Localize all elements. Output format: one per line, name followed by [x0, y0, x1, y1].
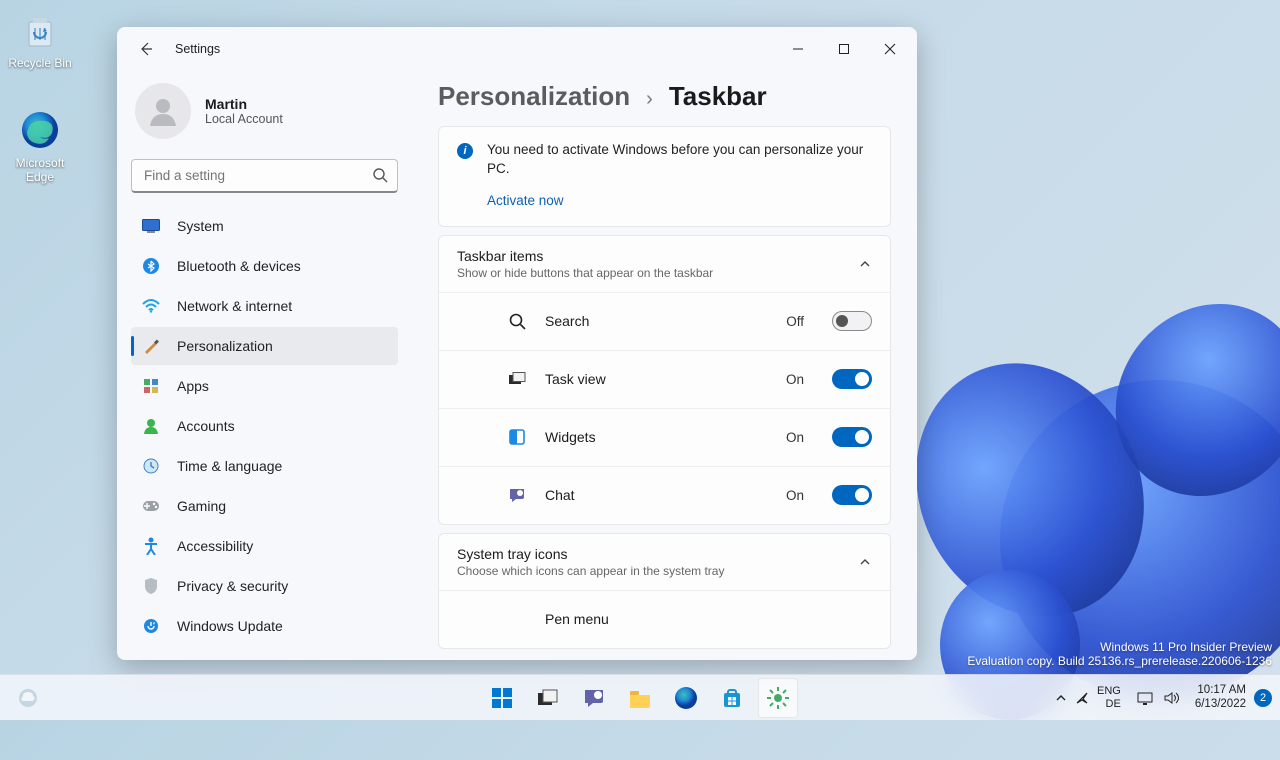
wifi-icon	[141, 296, 161, 316]
nav-apps[interactable]: Apps	[131, 367, 398, 405]
activate-now-link[interactable]: Activate now	[487, 193, 564, 208]
system-tray: ENG DE 10:17 AM 6/13/2022 2	[1055, 684, 1272, 710]
taskbar-settings[interactable]	[758, 678, 798, 718]
systray-header[interactable]: System tray icons Choose which icons can…	[439, 534, 890, 590]
taskbar-items-section: Taskbar items Show or hide buttons that …	[438, 235, 891, 525]
volume-icon	[1163, 691, 1179, 705]
brush-icon	[141, 336, 161, 356]
toggle-chat[interactable]	[832, 485, 872, 505]
nav-gaming[interactable]: Gaming	[131, 487, 398, 525]
tray-overflow[interactable]	[1055, 692, 1067, 704]
breadcrumb-parent[interactable]: Personalization	[438, 81, 630, 112]
desktop-icon-edge[interactable]: Microsoft Edge	[0, 108, 80, 184]
nav-personalization[interactable]: Personalization	[131, 327, 398, 365]
nav-accounts[interactable]: Accounts	[131, 407, 398, 445]
toggle-widgets[interactable]	[832, 427, 872, 447]
sidebar: Martin Local Account System Bluetooth & …	[117, 71, 412, 660]
start-button[interactable]	[482, 678, 522, 718]
taskbar-clock[interactable]: 10:17 AM 6/13/2022	[1195, 684, 1246, 710]
windows-watermark: Windows 11 Pro Insider Preview Evaluatio…	[967, 640, 1272, 668]
taskbar-weather[interactable]	[8, 678, 48, 718]
taskbar-items-header[interactable]: Taskbar items Show or hide buttons that …	[439, 236, 890, 292]
system-icon	[141, 216, 161, 236]
search-icon	[507, 311, 527, 331]
window-title: Settings	[175, 42, 220, 56]
nav-accessibility[interactable]: Accessibility	[131, 527, 398, 565]
row-chat: Chat On	[439, 466, 890, 524]
activation-banner: i You need to activate Windows before yo…	[438, 126, 891, 227]
profile-block[interactable]: Martin Local Account	[131, 79, 398, 153]
chevron-up-icon	[858, 555, 872, 569]
chat-icon	[507, 485, 527, 505]
avatar	[135, 83, 191, 139]
taskview-icon	[507, 369, 527, 389]
gamepad-icon	[141, 496, 161, 516]
info-icon: i	[457, 143, 473, 159]
accessibility-icon	[141, 536, 161, 556]
row-pen-menu: Pen menu	[439, 590, 890, 648]
shield-icon	[141, 576, 161, 596]
settings-window: Settings Martin Local Account	[117, 27, 917, 660]
nav-time[interactable]: Time & language	[131, 447, 398, 485]
taskbar-store[interactable]	[712, 678, 752, 718]
toggle-taskview[interactable]	[832, 369, 872, 389]
language-switcher[interactable]: ENG DE	[1097, 685, 1121, 709]
desktop-icon-label: Microsoft Edge	[0, 156, 80, 184]
page-title: Taskbar	[669, 81, 767, 112]
update-icon	[141, 616, 161, 636]
taskbar: ENG DE 10:17 AM 6/13/2022 2	[0, 674, 1280, 720]
tray-location-icon[interactable]	[1075, 691, 1089, 705]
edge-icon	[18, 108, 62, 152]
chevron-up-icon	[858, 257, 872, 271]
nav-bluetooth[interactable]: Bluetooth & devices	[131, 247, 398, 285]
maximize-button[interactable]	[821, 33, 867, 65]
activation-text: You need to activate Windows before you …	[487, 141, 872, 179]
minimize-button[interactable]	[775, 33, 821, 65]
taskbar-edge[interactable]	[666, 678, 706, 718]
widgets-icon	[507, 427, 527, 447]
recycle-bin-icon	[18, 8, 62, 52]
row-taskview: Task view On	[439, 350, 890, 408]
nav-network[interactable]: Network & internet	[131, 287, 398, 325]
profile-sub: Local Account	[205, 112, 283, 126]
titlebar: Settings	[117, 27, 917, 71]
tray-quick-settings[interactable]	[1129, 687, 1187, 709]
taskbar-taskview[interactable]	[528, 678, 568, 718]
pen-icon	[507, 609, 527, 629]
search-icon	[372, 167, 388, 183]
chevron-right-icon: ›	[646, 88, 653, 111]
row-widgets: Widgets On	[439, 408, 890, 466]
bluetooth-icon	[141, 256, 161, 276]
taskbar-chat[interactable]	[574, 678, 614, 718]
systray-section: System tray icons Choose which icons can…	[438, 533, 891, 649]
breadcrumb: Personalization › Taskbar	[438, 81, 897, 112]
row-search: Search Off	[439, 292, 890, 350]
nav-list: System Bluetooth & devices Network & int…	[131, 207, 398, 645]
search-input[interactable]	[131, 159, 398, 193]
desktop-icon-label: Recycle Bin	[0, 56, 80, 70]
desktop-icon-recycle-bin[interactable]: Recycle Bin	[0, 8, 80, 70]
notification-badge[interactable]: 2	[1254, 689, 1272, 707]
taskbar-explorer[interactable]	[620, 678, 660, 718]
profile-name: Martin	[205, 96, 283, 112]
person-icon	[141, 416, 161, 436]
toggle-search[interactable]	[832, 311, 872, 331]
apps-icon	[141, 376, 161, 396]
settings-scroll[interactable]: i You need to activate Windows before yo…	[438, 126, 897, 649]
nav-system[interactable]: System	[131, 207, 398, 245]
close-button[interactable]	[867, 33, 913, 65]
taskbar-center	[482, 678, 798, 718]
nav-update[interactable]: Windows Update	[131, 607, 398, 645]
main-content: Personalization › Taskbar i You need to …	[412, 71, 917, 660]
clock-icon	[141, 456, 161, 476]
nav-privacy[interactable]: Privacy & security	[131, 567, 398, 605]
back-button[interactable]	[131, 34, 161, 64]
network-icon	[1137, 691, 1153, 705]
